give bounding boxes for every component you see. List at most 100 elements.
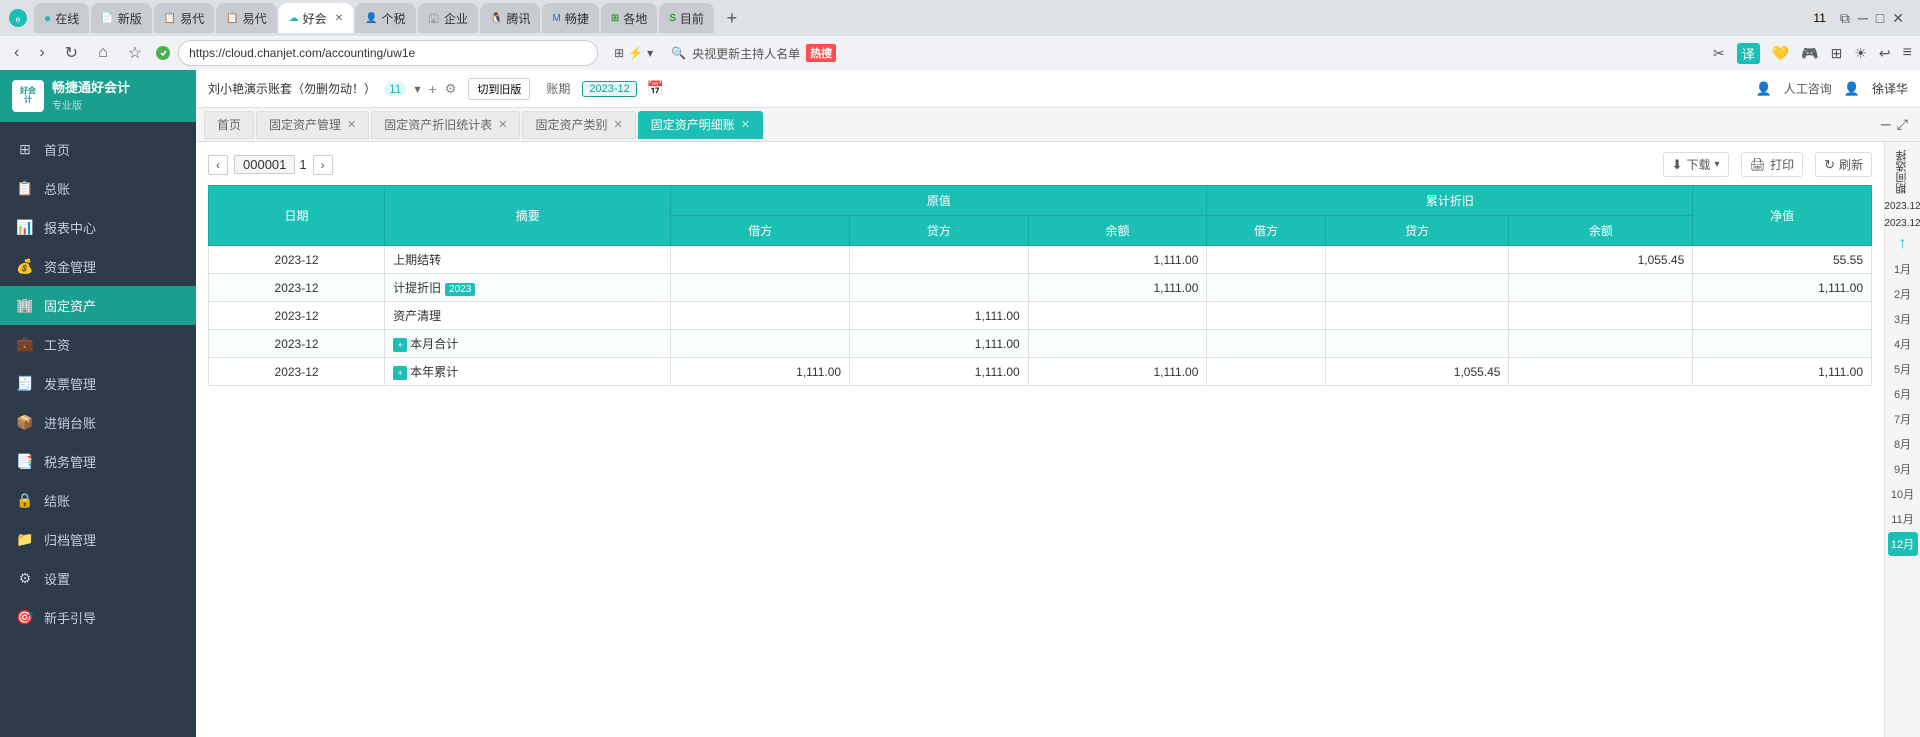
period-value[interactable]: 2023-12 <box>582 81 636 97</box>
lightning-icon[interactable]: ⚡ <box>628 46 643 60</box>
cell-accum-balance <box>1509 302 1693 330</box>
dropdown-icon[interactable]: ▾ <box>647 46 653 60</box>
page-tab-home[interactable]: 首页 <box>204 111 254 139</box>
month-item[interactable]: 2月 <box>1888 282 1918 306</box>
month-item[interactable]: 9月 <box>1888 457 1918 481</box>
browser-maximize-btn[interactable]: □ <box>1876 10 1884 26</box>
close-period-icon: 🔒 <box>16 492 34 510</box>
print-btn[interactable]: 🖨 打印 <box>1741 152 1804 177</box>
sidebar-item-tax[interactable]: 📑 税务管理 <box>0 442 196 481</box>
sidebar-item-home[interactable]: ⊞ 首页 <box>0 130 196 169</box>
pager-next-btn[interactable]: › <box>313 155 333 175</box>
settings-mini-icon[interactable]: ⚙ <box>445 81 457 97</box>
scroll-up-icon[interactable]: ↑ <box>1889 232 1917 256</box>
pager: ‹ 000001 1 › <box>208 155 333 175</box>
month-item[interactable]: 10月 <box>1888 482 1918 506</box>
maximize-pane-icon[interactable]: ⤢ <box>1897 116 1908 133</box>
browser-tab-tengxun[interactable]: 🐧 腾讯 <box>480 3 540 33</box>
browser-close-btn[interactable]: ✕ <box>1892 10 1904 27</box>
tab-label: 首页 <box>217 116 241 133</box>
calendar-icon[interactable]: 📅 <box>647 80 664 97</box>
month-item[interactable]: 5月 <box>1888 357 1918 381</box>
scissors-icon[interactable]: ✂ <box>1713 45 1725 62</box>
grid-icon[interactable]: ⊞ <box>1831 45 1843 62</box>
table-row: 2023-12 资产清理 1,111.00 <box>209 302 1872 330</box>
sidebar-item-invoice[interactable]: 🧾 发票管理 <box>0 364 196 403</box>
month-item[interactable]: 7月 <box>1888 407 1918 431</box>
month-item[interactable]: 11月 <box>1888 507 1918 531</box>
sidebar-item-archive[interactable]: 📁 归档管理 <box>0 520 196 559</box>
browser-tab-new[interactable]: 📄 新版 <box>91 3 151 33</box>
month-item[interactable]: 4月 <box>1888 332 1918 356</box>
browser-reload-btn[interactable]: ↻ <box>59 41 84 65</box>
page-tab-fixed-mgmt[interactable]: 固定资产管理 ✕ <box>256 111 369 139</box>
browser-tab-yidai1[interactable]: 📋 易代 <box>154 3 214 33</box>
month-item[interactable]: 12月 <box>1888 532 1918 556</box>
gamepad-icon[interactable]: 🎮 <box>1801 45 1818 62</box>
tab-bar: e ● 在线 📄 新版 📋 易代 📋 易代 ☁ 好会 ✕ 👤 个税 🏢 <box>0 0 1920 36</box>
browser-tab-changjie[interactable]: M 畅捷 <box>542 3 598 33</box>
browser-tab-haohui[interactable]: ☁ 好会 ✕ <box>279 3 353 33</box>
browser-tab-gedi[interactable]: ⊞ 各地 <box>601 3 657 33</box>
pager-prev-btn[interactable]: ‹ <box>208 155 228 175</box>
dropdown-arrow-icon[interactable]: ▾ <box>414 82 420 96</box>
translate-icon[interactable]: 译 <box>1737 43 1760 64</box>
period-select-label: 期间选择 <box>1894 146 1911 198</box>
page-tab-fixed-deprec[interactable]: 固定资产折旧统计表 ✕ <box>371 111 520 139</box>
add-account-icon[interactable]: + <box>429 81 437 97</box>
username: 徐译华 <box>1872 80 1908 97</box>
browser-tab-qiye[interactable]: 🏢 企业 <box>418 3 478 33</box>
browser-forward-btn[interactable]: › <box>33 42 50 64</box>
browser-back-btn[interactable]: ‹ <box>8 42 25 64</box>
cell-orig-credit: 1,111.00 <box>850 358 1029 386</box>
content-area: ‹ 000001 1 › ⬇ 下载 ▾ <box>196 142 1920 737</box>
browser-favicon: e <box>8 8 28 28</box>
month-item[interactable]: 6月 <box>1888 382 1918 406</box>
sidebar-item-salary[interactable]: 💼 工资 <box>0 325 196 364</box>
switch-old-version-btn[interactable]: 切到旧版 <box>468 78 530 100</box>
month-item[interactable]: 1月 <box>1888 257 1918 281</box>
browser-tab-gesui[interactable]: 👤 个税 <box>355 3 415 33</box>
browser-tab-online[interactable]: ● 在线 <box>34 3 89 33</box>
browser-restore-btn[interactable]: ⧉ <box>1840 10 1850 27</box>
undo-icon[interactable]: ↩ <box>1879 45 1891 62</box>
browser-minimize-btn[interactable]: ─ <box>1858 10 1868 26</box>
tab-close-icon[interactable]: ✕ <box>335 13 343 24</box>
page-tab-fixed-category[interactable]: 固定资产类别 ✕ <box>522 111 635 139</box>
wallet-icon[interactable]: 💛 <box>1772 45 1789 62</box>
tab-close-icon[interactable]: ✕ <box>741 118 750 131</box>
browser-bookmark-btn[interactable]: ☆ <box>122 41 148 65</box>
sidebar-label: 资金管理 <box>44 257 96 276</box>
download-btn[interactable]: ⬇ 下载 ▾ <box>1663 152 1729 177</box>
sidebar-item-report[interactable]: 📊 报表中心 <box>0 208 196 247</box>
url-input[interactable]: https://cloud.chanjet.com/accounting/uw1… <box>178 40 598 66</box>
sidebar-item-settings[interactable]: ⚙ 设置 <box>0 559 196 598</box>
month-item[interactable]: 8月 <box>1888 432 1918 456</box>
sidebar-item-ledger[interactable]: 📋 总账 <box>0 169 196 208</box>
month-item[interactable]: 3月 <box>1888 307 1918 331</box>
cell-accum-balance <box>1509 358 1693 386</box>
cell-accum-debit <box>1207 302 1325 330</box>
sidebar-item-fixed[interactable]: 🏢 固定资产 <box>0 286 196 325</box>
menu-icon[interactable]: ≡ <box>1903 44 1912 62</box>
sidebar-item-inout[interactable]: 📦 进销台账 <box>0 403 196 442</box>
brand-name: 畅捷通好会计 <box>52 80 130 97</box>
cell-accum-debit <box>1207 330 1325 358</box>
new-tab-button[interactable]: + <box>720 6 744 30</box>
tab-close-icon[interactable]: ✕ <box>614 118 623 131</box>
sidebar-item-close[interactable]: 🔒 结账 <box>0 481 196 520</box>
browser-tab-yidai2[interactable]: 📋 易代 <box>216 3 276 33</box>
cell-orig-debit <box>671 330 850 358</box>
browser-tab-muqian[interactable]: S 目前 <box>659 3 714 33</box>
page-tab-fixed-detail[interactable]: 固定资产明细账 ✕ <box>638 111 763 139</box>
refresh-btn[interactable]: ↻ 刷新 <box>1815 152 1872 177</box>
sidebar-item-guide[interactable]: 🎯 新手引导 <box>0 598 196 637</box>
tab-close-icon[interactable]: ✕ <box>498 118 507 131</box>
minimize-pane-icon[interactable]: ─ <box>1881 116 1891 133</box>
service-btn[interactable]: 人工咨询 <box>1784 80 1832 97</box>
brightness-icon[interactable]: ☀ <box>1854 45 1867 62</box>
qr-icon[interactable]: ⊞ <box>614 46 624 60</box>
sidebar-item-capital[interactable]: 💰 资金管理 <box>0 247 196 286</box>
tab-close-icon[interactable]: ✕ <box>347 118 356 131</box>
browser-home-btn[interactable]: ⌂ <box>92 42 114 64</box>
